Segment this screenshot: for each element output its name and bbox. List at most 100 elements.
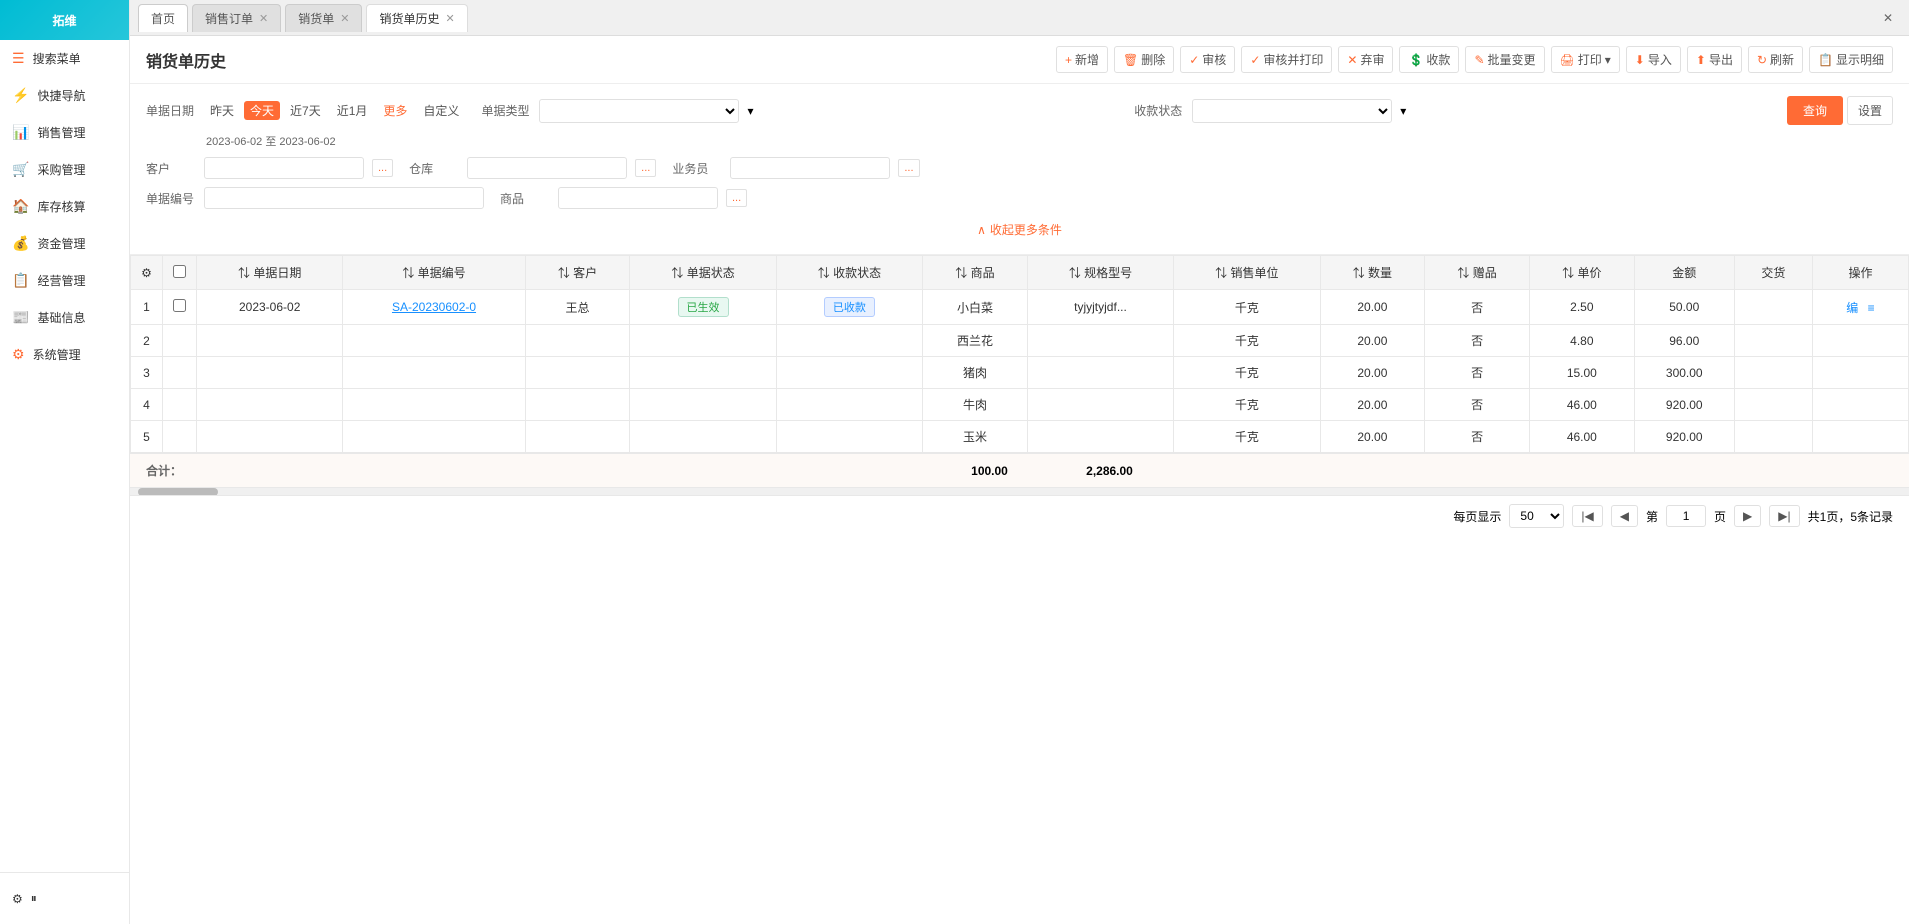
refresh-icon: ↻ xyxy=(1757,53,1767,67)
collapse-filter-btn[interactable]: ∧ 收起更多条件 xyxy=(973,217,1066,242)
edit-action-btn[interactable]: 编 xyxy=(1846,301,1858,315)
col-doc-date[interactable]: ⇅ 单据日期 xyxy=(197,256,343,290)
staff-search-btn[interactable]: ... xyxy=(898,159,919,177)
scroll-track[interactable] xyxy=(130,487,1909,495)
cell-gift: 否 xyxy=(1425,290,1530,325)
last-page-btn[interactable]: ▶| xyxy=(1769,505,1799,527)
sidebar-item-sales-mgmt[interactable]: 📊 销售管理 xyxy=(0,114,129,151)
query-button[interactable]: 查询 xyxy=(1787,96,1843,125)
date-range-display: 2023-06-02 至 2023-06-02 xyxy=(206,136,336,148)
window-close-btn[interactable]: ✕ xyxy=(1875,7,1901,29)
more-action-btn[interactable]: ≡ xyxy=(1868,301,1875,315)
import-button[interactable]: ⬇ 导入 xyxy=(1626,46,1681,73)
cell-checkbox[interactable] xyxy=(163,389,197,421)
cell-checkbox[interactable] xyxy=(163,421,197,453)
audit-button[interactable]: ✓ 审核 xyxy=(1180,46,1235,73)
page-size-select[interactable]: 50 100 200 xyxy=(1509,504,1564,528)
col-customer[interactable]: ⇅ 客户 xyxy=(525,256,630,290)
col-gift[interactable]: ⇅ 赠品 xyxy=(1425,256,1530,290)
doc-no-link[interactable]: SA-20230602-0 xyxy=(392,300,476,314)
shortcut-today[interactable]: 今天 xyxy=(244,101,280,120)
page-number-input[interactable] xyxy=(1666,505,1706,527)
col-checkbox[interactable] xyxy=(163,256,197,290)
col-sales-unit[interactable]: ⇅ 销售单位 xyxy=(1174,256,1320,290)
customer-search-btn[interactable]: ... xyxy=(372,159,393,177)
show-detail-button[interactable]: 📋 显示明细 xyxy=(1809,46,1893,73)
setting-button[interactable]: 设置 xyxy=(1847,96,1893,125)
export-button[interactable]: ⬆ 导出 xyxy=(1687,46,1742,73)
delete-button[interactable]: 🗑 删除 xyxy=(1114,46,1174,73)
first-page-btn[interactable]: |◀ xyxy=(1572,505,1602,527)
sys-mgmt-icon: ⚙ xyxy=(12,346,25,363)
shortcut-7days[interactable]: 近7天 xyxy=(284,101,327,120)
basic-info-icon: 📰 xyxy=(12,309,29,326)
goods-search-btn[interactable]: ... xyxy=(726,189,747,207)
total-amount: 2,286.00 xyxy=(1060,464,1160,478)
shortcut-more[interactable]: 更多 xyxy=(377,101,413,120)
cell-doc-date xyxy=(197,421,343,453)
cell-spec xyxy=(1027,421,1173,453)
cell-checkbox[interactable] xyxy=(163,325,197,357)
abandon-button[interactable]: ✕ 弃审 xyxy=(1338,46,1393,73)
row-checkbox[interactable] xyxy=(173,299,186,312)
prev-page-btn[interactable]: ◀ xyxy=(1611,505,1638,527)
col-doc-status[interactable]: ⇅ 单据状态 xyxy=(630,256,776,290)
audit-print-button[interactable]: ✓ 审核并打印 xyxy=(1241,46,1332,73)
add-button[interactable]: + 新增 xyxy=(1056,46,1108,73)
receipt-status-select[interactable] xyxy=(1192,99,1392,123)
table-row: 4 牛肉 千克 20.00 否 46.00 920.00 xyxy=(131,389,1909,421)
staff-input[interactable] xyxy=(730,157,890,179)
sidebar-item-quick-nav[interactable]: ⚡ 快捷导航 xyxy=(0,77,129,114)
cell-spec xyxy=(1027,325,1173,357)
sidebar-settings-btn[interactable]: ⚙ ⏸ xyxy=(0,881,129,916)
warehouse-input[interactable] xyxy=(467,157,627,179)
sidebar-item-purchase-mgmt[interactable]: 🛒 采购管理 xyxy=(0,151,129,188)
tab-sales-history[interactable]: 销货单历史 ✕ xyxy=(366,4,467,32)
cell-checkbox[interactable] xyxy=(163,357,197,389)
cell-checkbox[interactable] xyxy=(163,290,197,325)
warehouse-search-btn[interactable]: ... xyxy=(635,159,656,177)
print-icon: 🖨 xyxy=(1560,53,1575,67)
tab-sales-order[interactable]: 销售订单 ✕ xyxy=(192,4,281,32)
shortcut-1month[interactable]: 近1月 xyxy=(331,101,374,120)
select-all-checkbox[interactable] xyxy=(173,265,186,278)
sidebar-item-fund-mgmt[interactable]: 💰 资金管理 xyxy=(0,225,129,262)
print-button[interactable]: 🖨 打印 ▾ xyxy=(1551,46,1620,73)
col-spec[interactable]: ⇅ 规格型号 xyxy=(1027,256,1173,290)
tab-sales-order-close[interactable]: ✕ xyxy=(259,12,268,25)
col-doc-no[interactable]: ⇅ 单据编号 xyxy=(343,256,525,290)
batch-change-button[interactable]: ✎ 批量变更 xyxy=(1465,46,1544,73)
filter-receipt-status: 收款状态 ▾ xyxy=(1134,99,1771,123)
sidebar-item-basic-info[interactable]: 📰 基础信息 xyxy=(0,299,129,336)
sidebar-item-ops-mgmt[interactable]: 📋 经营管理 xyxy=(0,262,129,299)
sidebar-item-inventory-calc[interactable]: 🏠 库存核算 xyxy=(0,188,129,225)
sidebar-item-search-menu[interactable]: ☰ 搜索菜单 xyxy=(0,40,129,77)
filter-warehouse: 仓库 ... xyxy=(409,157,656,179)
col-unit-price[interactable]: ⇅ 单价 xyxy=(1529,256,1634,290)
customer-input[interactable] xyxy=(204,157,364,179)
goods-input[interactable] xyxy=(558,187,718,209)
shortcut-custom[interactable]: 自定义 xyxy=(417,101,465,120)
doc-type-select[interactable] xyxy=(539,99,739,123)
tab-home[interactable]: 首页 xyxy=(138,4,188,32)
col-settings[interactable]: ⚙ xyxy=(131,256,163,290)
tab-sales-history-close[interactable]: ✕ xyxy=(446,12,455,25)
col-receipt-status[interactable]: ⇅ 收款状态 xyxy=(776,256,922,290)
refresh-button[interactable]: ↻ 刷新 xyxy=(1748,46,1803,73)
col-quantity[interactable]: ⇅ 数量 xyxy=(1320,256,1425,290)
page-title: 销货单历史 xyxy=(146,48,226,72)
cell-sales-unit: 千克 xyxy=(1174,389,1320,421)
next-page-btn[interactable]: ▶ xyxy=(1734,505,1761,527)
filter-doc-no: 单据编号 xyxy=(146,187,484,209)
collect-button[interactable]: 💲 收款 xyxy=(1399,46,1459,73)
cell-doc-status xyxy=(630,389,776,421)
doc-no-input[interactable] xyxy=(204,187,484,209)
sidebar-item-sys-mgmt[interactable]: ⚙ 系统管理 xyxy=(0,336,129,373)
shortcut-yesterday[interactable]: 昨天 xyxy=(204,101,240,120)
filter-customer: 客户 ... xyxy=(146,157,393,179)
col-goods[interactable]: ⇅ 商品 xyxy=(923,256,1028,290)
batch-change-icon: ✎ xyxy=(1474,53,1484,67)
tab-sales-goods[interactable]: 销货单 ✕ xyxy=(285,4,362,32)
cell-doc-date xyxy=(197,357,343,389)
tab-sales-goods-close[interactable]: ✕ xyxy=(340,12,349,25)
